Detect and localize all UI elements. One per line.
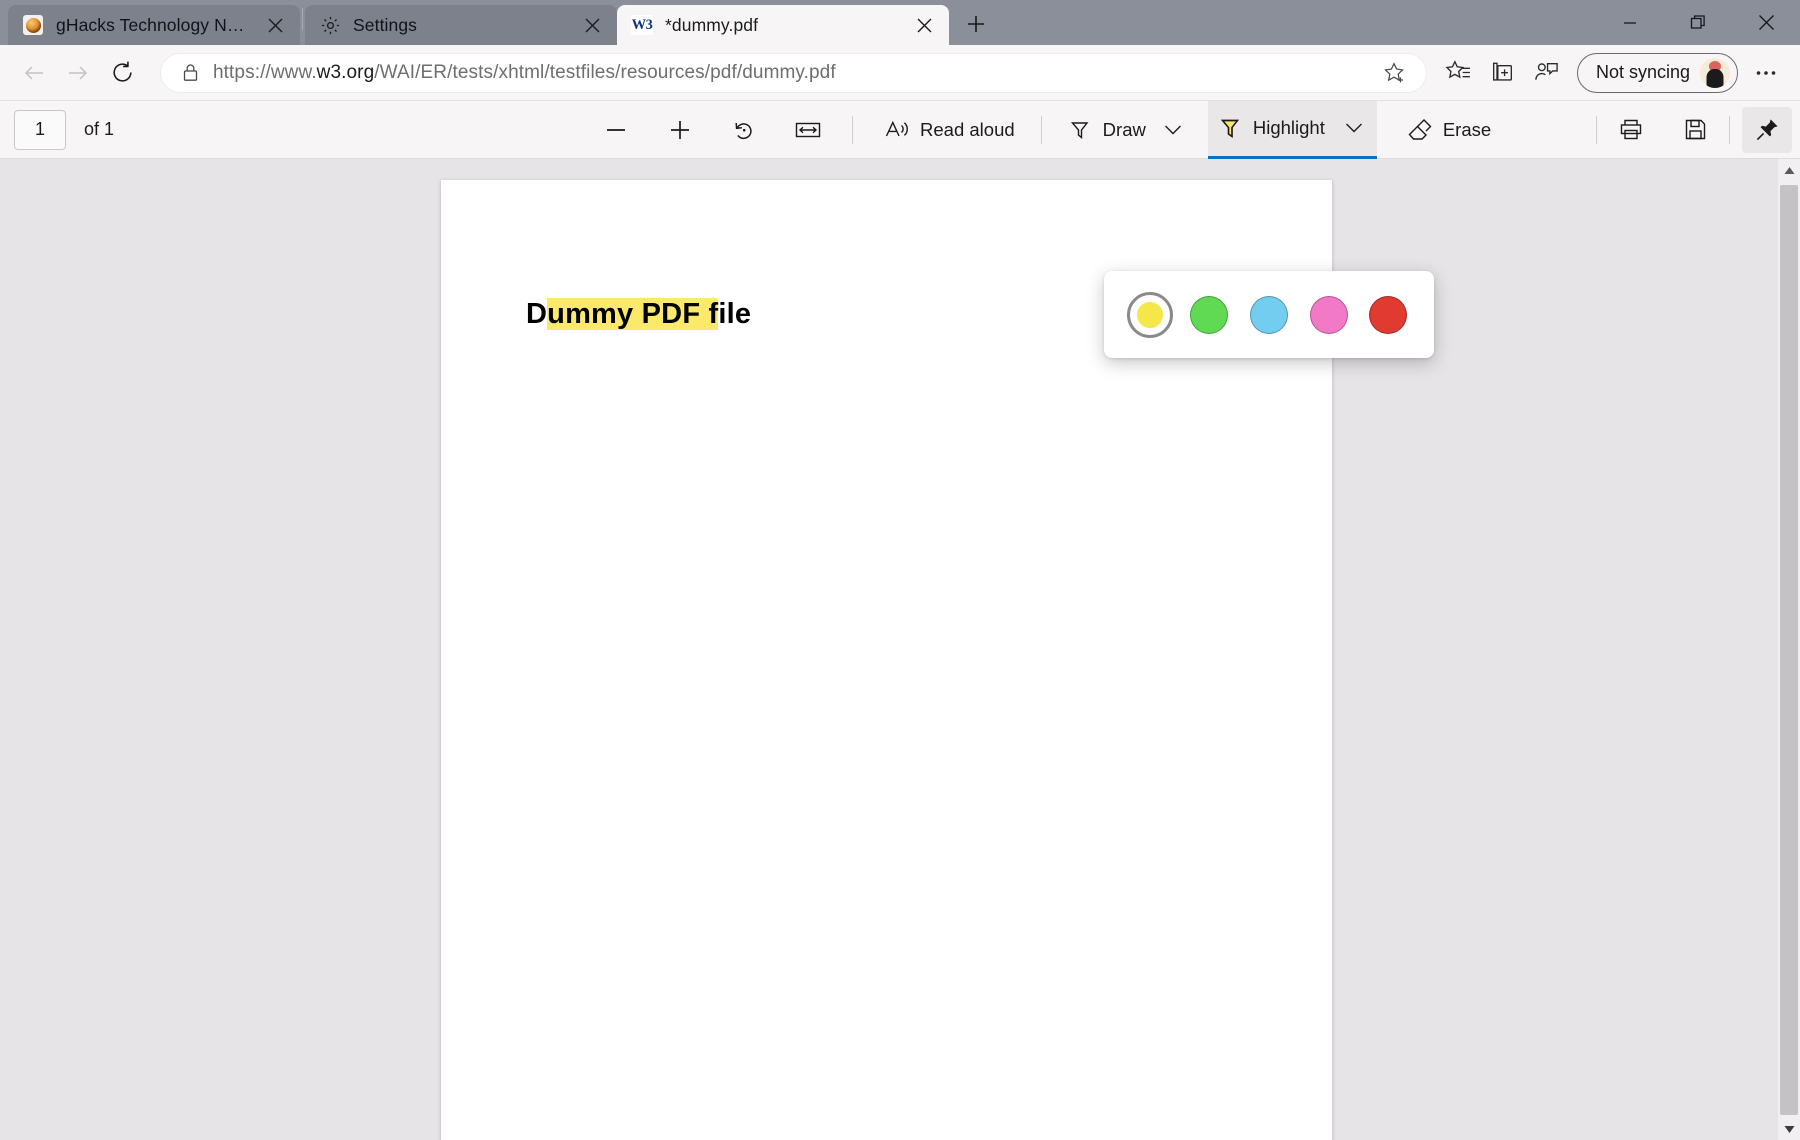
pdf-heading: Dummy PDF file — [526, 298, 752, 330]
favorites-icon[interactable] — [1437, 51, 1481, 95]
pdf-toolbar: 1 of 1 Read aloud Draw Highlight Erase — [0, 100, 1800, 358]
browser-essentials-icon[interactable] — [1525, 51, 1569, 95]
refresh-icon[interactable] — [100, 51, 144, 95]
collections-icon[interactable] — [1481, 51, 1525, 95]
back-icon[interactable] — [12, 51, 56, 95]
swatch-fill — [1134, 299, 1165, 330]
tab-strip: gHacks Technology News Settings W3 *dumm… — [0, 0, 995, 45]
close-icon[interactable] — [577, 10, 607, 40]
sync-status-button[interactable]: Not syncing — [1576, 52, 1738, 93]
scroll-up-icon[interactable] — [1778, 159, 1800, 181]
color-swatch-pink[interactable] — [1306, 292, 1352, 338]
browser-title-bar: gHacks Technology News Settings W3 *dumm… — [0, 0, 1800, 45]
tab-settings[interactable]: Settings — [305, 5, 617, 45]
read-aloud-label: Read aloud — [920, 118, 1015, 140]
highlight-color-flyout — [1104, 271, 1434, 358]
lock-icon — [177, 63, 203, 82]
pdf-tools-center: Read aloud Draw Highlight Erase — [594, 100, 1499, 159]
gear-icon — [319, 14, 341, 36]
tab-dummy-pdf[interactable]: W3 *dummy.pdf — [617, 5, 949, 45]
swatch-fill — [1369, 295, 1408, 334]
scroll-down-icon[interactable] — [1778, 1118, 1800, 1140]
sync-status-label: Not syncing — [1595, 62, 1690, 82]
highlight-group: Highlight — [1207, 100, 1377, 159]
erase-button[interactable]: Erase — [1399, 108, 1499, 152]
browser-toolbar: https://www.w3.org/WAI/ER/tests/xhtml/te… — [0, 45, 1800, 101]
close-icon[interactable] — [1732, 0, 1800, 45]
star-add-icon[interactable] — [1378, 61, 1412, 85]
toolbar-actions: Not syncing — [1437, 51, 1788, 95]
tab-divider — [302, 7, 303, 30]
new-tab-button[interactable] — [957, 5, 995, 43]
swatch-fill — [1190, 295, 1229, 334]
color-swatch-green[interactable] — [1186, 292, 1232, 338]
text-highlight: ummy PDF f — [547, 298, 719, 330]
read-aloud-button[interactable]: Read aloud — [875, 108, 1023, 152]
scrollbar-thumb[interactable] — [1780, 185, 1798, 1115]
page-total-label: of 1 — [84, 119, 115, 139]
pin-icon[interactable] — [1742, 106, 1792, 153]
ghacks-icon — [22, 14, 44, 36]
toolbar-divider — [1596, 115, 1597, 144]
page-number-input[interactable]: 1 — [14, 109, 66, 150]
save-icon[interactable] — [1673, 108, 1717, 152]
swatch-fill — [1249, 295, 1288, 334]
toolbar-divider — [1040, 115, 1042, 144]
minimize-icon[interactable] — [1596, 0, 1664, 45]
close-icon[interactable] — [909, 10, 939, 40]
w3-icon: W3 — [631, 14, 653, 36]
zoom-out-icon[interactable] — [594, 108, 638, 152]
restore-icon[interactable] — [1664, 0, 1732, 45]
highlight-label: Highlight — [1252, 117, 1325, 138]
erase-label: Erase — [1442, 118, 1492, 140]
toolbar-divider — [1729, 115, 1730, 144]
vertical-scrollbar[interactable] — [1778, 159, 1800, 1140]
color-swatch-red[interactable] — [1365, 292, 1411, 338]
pdf-viewer: Dummy PDF file — [0, 159, 1800, 1140]
tab-title: *dummy.pdf — [665, 14, 759, 35]
forward-icon[interactable] — [56, 51, 100, 95]
tab-ghacks[interactable]: gHacks Technology News — [8, 5, 300, 45]
pdf-tools-right — [1584, 106, 1792, 153]
avatar — [1700, 57, 1730, 88]
highlight-chevron-down-icon[interactable] — [1333, 101, 1375, 156]
zoom-in-icon[interactable] — [658, 108, 702, 152]
close-icon[interactable] — [260, 10, 290, 40]
tab-title: Settings — [353, 14, 418, 35]
color-swatch-blue[interactable] — [1246, 292, 1292, 338]
highlight-button[interactable]: Highlight — [1210, 101, 1333, 156]
print-icon[interactable] — [1609, 108, 1653, 152]
rotate-icon[interactable] — [722, 108, 766, 152]
swatch-fill — [1309, 295, 1348, 334]
settings-more-icon[interactable] — [1744, 51, 1788, 95]
address-bar-url: https://www.w3.org/WAI/ER/tests/xhtml/te… — [213, 61, 836, 83]
draw-button[interactable]: Draw — [1060, 108, 1154, 152]
color-swatch-yellow[interactable] — [1126, 291, 1173, 338]
draw-label: Draw — [1102, 118, 1146, 140]
window-controls — [1596, 0, 1800, 45]
address-bar[interactable]: https://www.w3.org/WAI/ER/tests/xhtml/te… — [160, 52, 1427, 93]
tab-title: gHacks Technology News — [56, 14, 250, 35]
draw-chevron-down-icon[interactable] — [1154, 108, 1192, 152]
fit-to-width-icon[interactable] — [786, 108, 830, 152]
toolbar-divider — [852, 115, 854, 144]
